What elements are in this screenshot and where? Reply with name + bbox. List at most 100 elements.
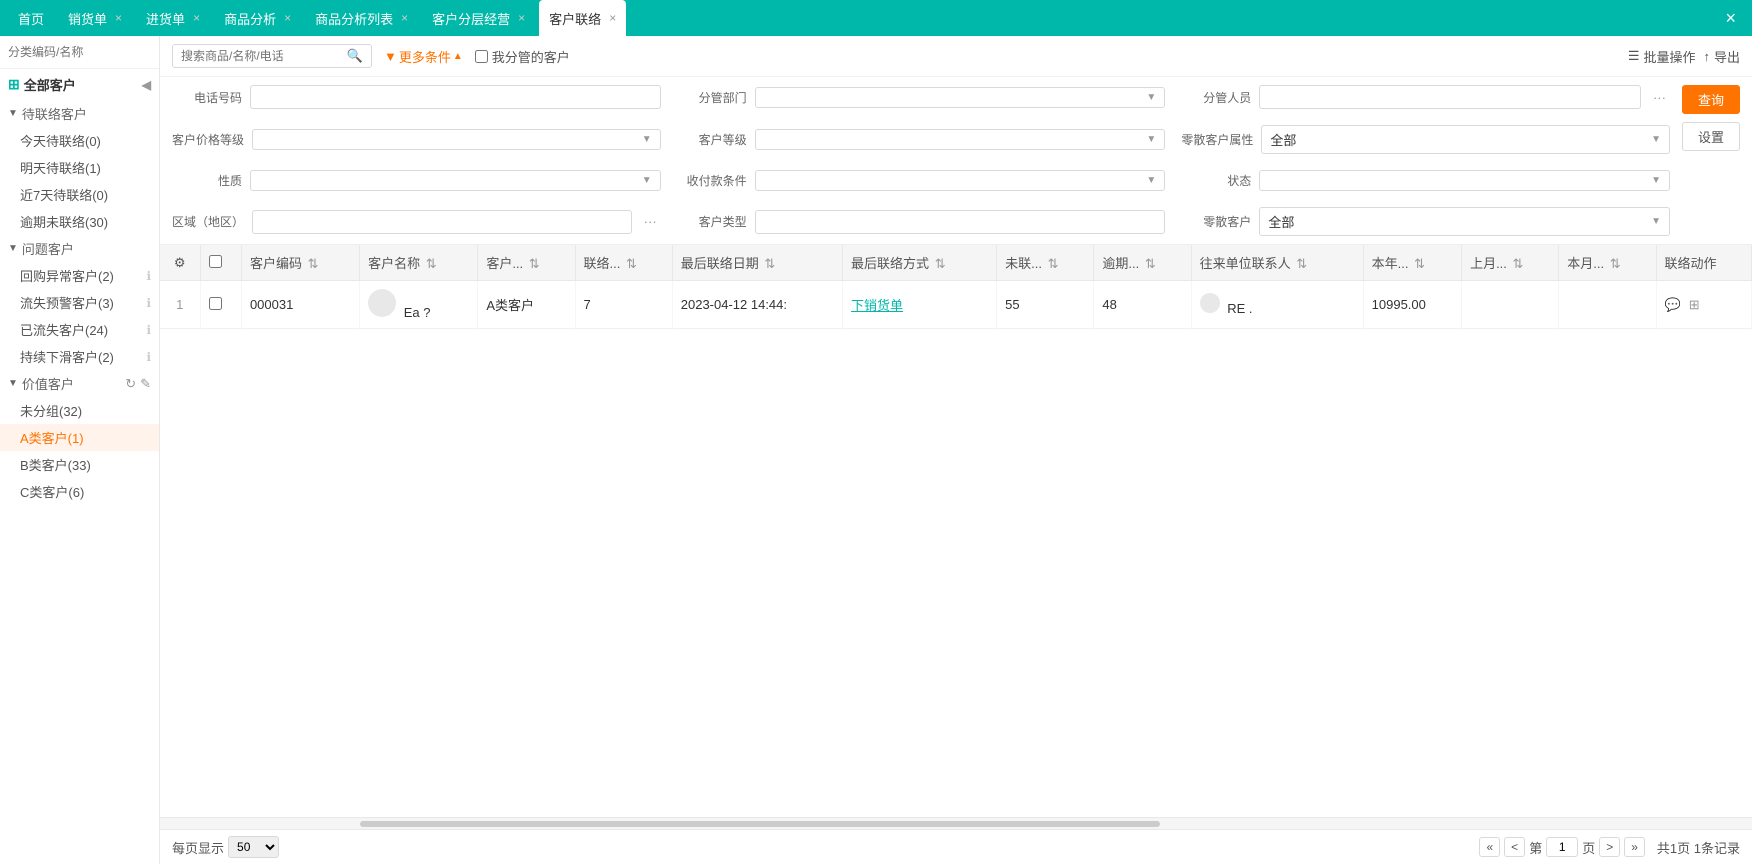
first-page-btn[interactable]: «	[1479, 837, 1500, 857]
sidebar-item-b-class[interactable]: B类客户(33)	[0, 451, 159, 478]
col-last-month[interactable]: 上月... ⇅	[1462, 245, 1559, 281]
edit-icon[interactable]: ✎	[140, 376, 151, 392]
sort-code-icon: ⇅	[308, 256, 319, 271]
sidebar-item-lapsed[interactable]: 已流失客户(24) ℹ	[0, 316, 159, 343]
nav-close-all[interactable]: ×	[1717, 8, 1744, 29]
search-button[interactable]: 查询	[1682, 85, 1740, 114]
customer-level-select[interactable]: ▼	[755, 129, 1166, 150]
nav-purchase-close[interactable]: ×	[193, 11, 200, 25]
sidebar-item-7days[interactable]: 近7天待联络(0)	[0, 181, 159, 208]
region-input[interactable]	[252, 210, 632, 234]
filter-search-icon[interactable]: 🔍	[347, 48, 363, 64]
col-code[interactable]: 客户编码 ⇅	[241, 245, 359, 281]
nav-customer-contact[interactable]: 客户联络 ×	[539, 0, 626, 36]
nav-analysis-list-close[interactable]: ×	[401, 11, 408, 25]
settings-icon[interactable]: ⚙	[174, 255, 186, 270]
scatter-select[interactable]: 全部 ▼	[1259, 207, 1670, 236]
region-dots[interactable]: ···	[640, 214, 661, 229]
filter-search-input[interactable]	[181, 49, 343, 63]
payment-select[interactable]: ▼	[755, 170, 1166, 191]
sidebar-item-lapse-warning[interactable]: 流失预警客户(3) ℹ	[0, 289, 159, 316]
a-class-label: A类客户(1)	[20, 428, 84, 447]
nav-sales[interactable]: 销货单 ×	[58, 0, 132, 36]
chat-icon[interactable]: 💬	[1665, 297, 1681, 313]
my-customers-checkbox[interactable]	[475, 50, 488, 63]
scatter-attr-value: 全部	[1270, 130, 1296, 149]
more-filter-btn[interactable]: ▼ 更多条件 ▲	[384, 47, 463, 66]
sidebar-problem-group[interactable]: ▼ 问题客户	[0, 235, 159, 262]
col-uncontacted-label: 未联...	[1005, 256, 1042, 271]
nav-analysis-list[interactable]: 商品分析列表 ×	[305, 0, 418, 36]
col-contact[interactable]: 联络... ⇅	[575, 245, 672, 281]
col-type[interactable]: 客户... ⇅	[478, 245, 575, 281]
price-level-select[interactable]: ▼	[252, 129, 661, 150]
manager-input[interactable]	[1259, 85, 1641, 109]
col-contact-person-label: 往来单位联系人	[1200, 256, 1291, 271]
sidebar-item-ungrouped[interactable]: 未分组(32)	[0, 397, 159, 424]
nav-customer-segment[interactable]: 客户分层经营 ×	[422, 0, 535, 36]
col-uncontacted[interactable]: 未联... ⇅	[997, 245, 1094, 281]
col-name[interactable]: 客户名称 ⇅	[360, 245, 478, 281]
page-size-select[interactable]: 50 100 200	[228, 836, 279, 858]
manager-dots[interactable]: ···	[1649, 90, 1670, 105]
customer-type-input[interactable]	[755, 210, 1166, 234]
sort-person-icon: ⇅	[1296, 256, 1307, 271]
grid-icon: ⊞	[8, 76, 20, 93]
filter-cell-scatter-attr: 零散客户属性 全部 ▼	[1181, 125, 1670, 154]
nav-home[interactable]: 首页	[8, 0, 54, 36]
phone-input[interactable]	[250, 85, 661, 109]
last-page-btn[interactable]: »	[1624, 837, 1645, 857]
batch-op-button[interactable]: ☰ 批量操作	[1628, 47, 1696, 66]
sidebar-pending-group[interactable]: ▼ 待联络客户	[0, 100, 159, 127]
col-last-contact-method[interactable]: 最后联络方式 ⇅	[843, 245, 997, 281]
row-type: A类客户	[478, 281, 575, 329]
settings-button[interactable]: 设置	[1682, 122, 1740, 151]
last-method-link[interactable]: 下销货单	[851, 298, 903, 313]
my-customers-toggle[interactable]: 我分管的客户	[475, 47, 570, 66]
status-select[interactable]: ▼	[1259, 170, 1670, 191]
dept-select[interactable]: ▼	[755, 87, 1166, 108]
sidebar-item-overdue[interactable]: 逾期未联络(30)	[0, 208, 159, 235]
scatter-label: 零散客户	[1181, 213, 1251, 230]
current-page-input[interactable]	[1546, 837, 1578, 857]
content-area: 🔍 ▼ 更多条件 ▲ 我分管的客户 ☰ 批量操作 ↑ 导出	[160, 36, 1752, 864]
col-this-month[interactable]: 本月... ⇅	[1559, 245, 1656, 281]
filter-actions: ☰ 批量操作 ↑ 导出	[1628, 47, 1740, 66]
sidebar-item-today[interactable]: 今天待联络(0)	[0, 127, 159, 154]
col-settings[interactable]: ⚙	[160, 245, 200, 281]
nav-sales-close[interactable]: ×	[115, 11, 122, 25]
horizontal-scrollbar[interactable]	[160, 817, 1752, 829]
sidebar-all-customers[interactable]: ⊞ 全部客户 ◀	[0, 69, 159, 100]
col-overdue[interactable]: 逾期... ⇅	[1094, 245, 1191, 281]
sidebar-item-c-class[interactable]: C类客户(6)	[0, 478, 159, 505]
col-this-year[interactable]: 本年... ⇅	[1363, 245, 1461, 281]
nature-select[interactable]: ▼	[250, 170, 661, 191]
nav-customer-segment-close[interactable]: ×	[518, 11, 525, 25]
sidebar-search-input[interactable]	[8, 45, 160, 59]
filter-row-3: 性质 ▼ 收付款条件 ▼	[172, 170, 1670, 191]
prev-page-btn[interactable]: <	[1504, 837, 1525, 857]
sidebar-item-declining[interactable]: 持续下滑客户(2) ℹ	[0, 343, 159, 370]
col-last-contact-date[interactable]: 最后联络日期 ⇅	[672, 245, 842, 281]
sidebar-item-repurchase[interactable]: 回购异常客户(2) ℹ	[0, 262, 159, 289]
nav-analysis[interactable]: 商品分析 ×	[214, 0, 301, 36]
qr-icon[interactable]: ⊞	[1689, 297, 1700, 313]
nav-customer-contact-close[interactable]: ×	[609, 11, 616, 25]
col-contact-person[interactable]: 往来单位联系人 ⇅	[1191, 245, 1363, 281]
action-icons: 💬 ⊞	[1665, 297, 1744, 313]
scatter-value: 全部	[1268, 212, 1294, 231]
refresh-icon[interactable]: ↻	[125, 376, 136, 392]
nav-analysis-close[interactable]: ×	[284, 11, 291, 25]
scatter-attr-select[interactable]: 全部 ▼	[1261, 125, 1670, 154]
triangle-icon: ▼	[8, 108, 18, 119]
info-icon-3: ℹ	[146, 323, 151, 337]
sidebar-item-a-class[interactable]: A类客户(1)	[0, 424, 159, 451]
export-button[interactable]: ↑ 导出	[1703, 47, 1740, 66]
ungrouped-label: 未分组(32)	[20, 401, 82, 420]
row-select-checkbox[interactable]	[209, 297, 222, 310]
sidebar-item-tomorrow[interactable]: 明天待联络(1)	[0, 154, 159, 181]
select-all-checkbox[interactable]	[209, 255, 222, 268]
nav-purchase[interactable]: 进货单 ×	[136, 0, 210, 36]
region-label: 区域（地区）	[172, 213, 244, 230]
next-page-btn[interactable]: >	[1599, 837, 1620, 857]
